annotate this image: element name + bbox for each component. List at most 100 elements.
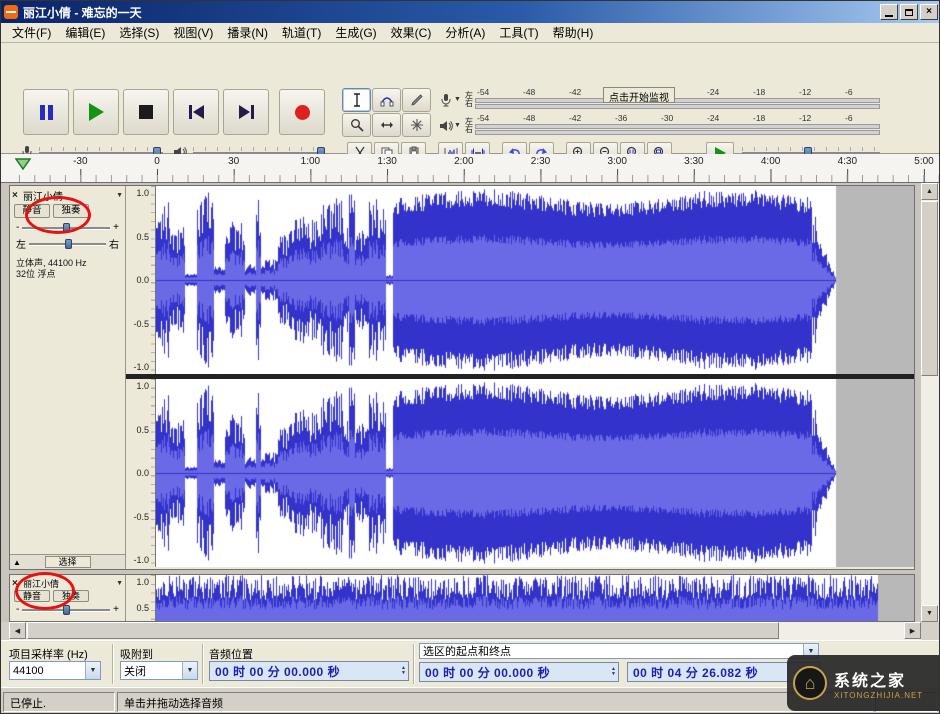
solo-button[interactable]: 独奏 xyxy=(53,590,89,602)
snap-to-label: 吸附到 xyxy=(120,646,153,662)
snap-to-dropdown[interactable]: 关闭▼ xyxy=(120,661,198,680)
solo-button[interactable]: 独奏 xyxy=(53,204,89,218)
horizontal-scroll-thumb[interactable] xyxy=(27,622,779,639)
transport-toolbar xyxy=(23,89,325,135)
pan-left-label: 左 xyxy=(16,236,26,251)
timeshift-icon xyxy=(380,118,394,132)
menu-item-10[interactable]: 帮助(H) xyxy=(546,22,601,43)
pan-slider[interactable] xyxy=(29,239,106,249)
vertical-scrollbar[interactable]: ▲ ▼ xyxy=(921,183,939,622)
gain-slider-thumb[interactable] xyxy=(63,605,70,615)
ruler-value: 0.0 xyxy=(136,275,149,285)
skip-to-start-button[interactable] xyxy=(173,89,219,135)
stop-button[interactable] xyxy=(123,89,169,135)
timeline-ruler[interactable]: -300301:001:302:002:303:003:304:004:305:… xyxy=(1,154,940,183)
skip-to-end-button[interactable] xyxy=(223,89,269,135)
close-button[interactable]: × xyxy=(920,4,938,20)
play-button[interactable] xyxy=(73,89,119,135)
scroll-right-button[interactable]: ▶ xyxy=(904,622,921,639)
dropdown-arrow-icon[interactable]: ▼ xyxy=(182,662,197,679)
scroll-down-button[interactable]: ▼ xyxy=(921,605,938,622)
gain-max-label: + xyxy=(113,604,119,615)
timeline-label: 1:00 xyxy=(293,156,327,167)
restore-icon xyxy=(905,9,913,16)
menu-item-0[interactable]: 文件(F) xyxy=(5,22,58,43)
recording-meter[interactable]: ▼ 左右 -54-48-42-36-30-24-18-12-6 点击开始监视 xyxy=(438,87,884,112)
magnifier-icon xyxy=(350,118,364,132)
waveform-track2[interactable] xyxy=(156,575,914,621)
dropdown-arrow-icon[interactable]: ▼ xyxy=(85,662,100,679)
menu-item-5[interactable]: 轨道(T) xyxy=(275,22,328,43)
timeline-label: 2:00 xyxy=(447,156,481,167)
scroll-up-button[interactable]: ▲ xyxy=(921,183,938,200)
toolbar-area: ▼ 左右 -54-48-42-36-30-24-18-12-6 点击开始监视 ▼… xyxy=(1,43,940,154)
pan-slider-thumb[interactable] xyxy=(65,239,72,249)
window-controls: × xyxy=(880,4,938,20)
spinner-icon[interactable]: ▲▼ xyxy=(608,667,616,677)
ibeam-icon xyxy=(350,93,364,107)
window-title: 丽江小倩 - 难忘的一天 xyxy=(23,4,880,21)
stop-icon xyxy=(139,105,153,119)
waveform-channel-1[interactable] xyxy=(156,186,914,374)
vertical-ruler[interactable]: 1.00.5 xyxy=(126,575,156,621)
menu-item-9[interactable]: 工具(T) xyxy=(492,22,545,43)
collapse-button[interactable]: ▲ xyxy=(10,558,24,567)
minimize-button[interactable] xyxy=(880,4,898,20)
project-rate-dropdown[interactable]: 44100▼ xyxy=(9,661,101,680)
microphone-icon xyxy=(438,93,454,107)
menu-item-4[interactable]: 播录(N) xyxy=(220,22,275,43)
meter-dropdown-icon[interactable]: ▼ xyxy=(454,122,463,129)
vertical-scroll-thumb[interactable] xyxy=(921,201,938,376)
track-title[interactable]: 丽江小倩 xyxy=(23,577,116,590)
track-title[interactable]: 丽江小倩 xyxy=(23,188,116,203)
menu-bar: 文件(F)编辑(E)选择(S)视图(V)播录(N)轨道(T)生成(G)效果(C)… xyxy=(1,23,940,43)
multi-tool-button[interactable] xyxy=(402,113,431,137)
menu-item-2[interactable]: 选择(S) xyxy=(112,22,166,43)
playback-meter-body[interactable]: -54-48-42-36-30-24-18-12-6 xyxy=(475,113,884,138)
menu-item-3[interactable]: 视图(V) xyxy=(166,22,220,43)
gain-slider[interactable] xyxy=(22,605,110,615)
track1-buttons: 静音 独奏 xyxy=(14,204,121,218)
monitor-hint[interactable]: 点击开始监视 xyxy=(603,87,675,103)
menu-item-7[interactable]: 效果(C) xyxy=(384,22,439,43)
timeshift-tool-button[interactable] xyxy=(372,113,401,137)
track-select-button[interactable]: 选择 xyxy=(45,556,91,568)
selection-start-display[interactable]: 00 时 00 分 00.000 秒 ▲▼ xyxy=(419,662,619,682)
gain-slider-thumb[interactable] xyxy=(63,223,70,233)
playback-meter[interactable]: ▼ 左右 -54-48-42-36-30-24-18-12-6 xyxy=(438,113,884,138)
record-button[interactable] xyxy=(279,89,325,135)
track-menu-arrow-icon[interactable]: ▼ xyxy=(116,580,123,587)
meter-scale-value: -18 xyxy=(753,87,765,97)
menu-item-1[interactable]: 编辑(E) xyxy=(58,22,112,43)
horizontal-scrollbar[interactable]: ◀ ▶ xyxy=(9,622,921,640)
restore-button[interactable] xyxy=(900,4,918,20)
gain-slider[interactable] xyxy=(22,223,110,233)
audio-position-display[interactable]: 00 时 00 分 00.000 秒 ▲▼ xyxy=(209,661,409,681)
track1-control-panel: × 丽江小倩 ▼ 静音 独奏 - + 左 右 xyxy=(10,186,126,569)
recording-meter-body[interactable]: -54-48-42-36-30-24-18-12-6 点击开始监视 xyxy=(475,87,884,112)
ruler-value: -0.5 xyxy=(133,319,149,329)
draw-tool-button[interactable] xyxy=(402,88,431,112)
spinner-icon[interactable]: ▲▼ xyxy=(398,666,406,676)
track-close-button[interactable]: × xyxy=(12,190,23,201)
mute-button[interactable]: 静音 xyxy=(14,204,50,218)
mute-button[interactable]: 静音 xyxy=(14,590,50,602)
meter-scale-value: -18 xyxy=(753,113,765,123)
title-bar[interactable]: 丽江小倩 - 难忘的一天 × xyxy=(1,1,940,23)
vertical-ruler-ch1[interactable]: 1.00.50.0-0.5-1.0 xyxy=(126,186,156,374)
track-menu-arrow-icon[interactable]: ▼ xyxy=(116,192,123,199)
timeline-label: 1:30 xyxy=(370,156,404,167)
track-close-button[interactable]: × xyxy=(12,578,23,589)
scroll-left-button[interactable]: ◀ xyxy=(9,622,26,639)
selection-tool-button[interactable] xyxy=(342,88,371,112)
meter-dropdown-icon[interactable]: ▼ xyxy=(454,96,463,103)
menu-item-8[interactable]: 分析(A) xyxy=(438,22,492,43)
selection-range-dropdown[interactable]: 选区的起点和终点▼ xyxy=(419,643,819,659)
pause-button[interactable] xyxy=(23,89,69,135)
menu-item-6[interactable]: 生成(G) xyxy=(328,22,383,43)
envelope-tool-button[interactable] xyxy=(372,88,401,112)
waveform-channel-2[interactable] xyxy=(156,379,914,567)
timeline-label: 3:30 xyxy=(677,156,711,167)
vertical-ruler-ch2[interactable]: 1.00.50.0-0.5-1.0 xyxy=(126,379,156,567)
zoom-tool-button[interactable] xyxy=(342,113,371,137)
